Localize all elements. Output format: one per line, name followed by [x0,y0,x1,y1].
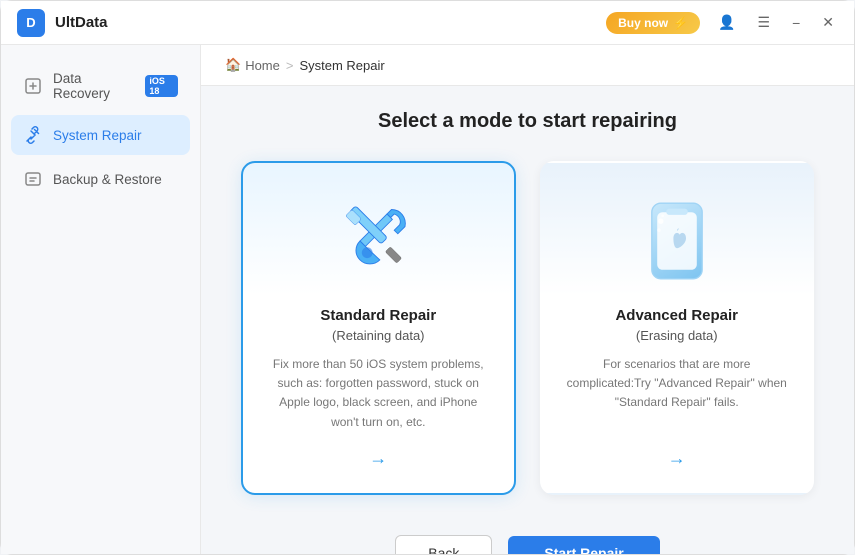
sidebar-label-system-repair: System Repair [53,128,142,143]
close-button[interactable]: ✕ [818,12,838,33]
start-repair-button[interactable]: Start Repair [508,536,659,554]
cards-row: Standard Repair (Retaining data) Fix mor… [241,161,814,495]
app-name: UltData [55,14,108,31]
page-title: Select a mode to start repairing [378,110,677,133]
advanced-repair-desc: For scenarios that are more complicated:… [566,355,789,413]
breadcrumb: 🏠 Home > System Repair [201,45,854,86]
user-button[interactable]: 👤 [714,12,739,33]
title-bar-left: D UltData [17,9,108,37]
back-button[interactable]: Back [395,535,492,554]
content-area: 🏠 Home > System Repair Select a mode to … [201,45,854,554]
minimize-button[interactable]: − [788,13,804,33]
data-recovery-icon [23,76,43,96]
sidebar-item-data-recovery[interactable]: Data Recovery iOS 18 [11,61,190,111]
sidebar-item-backup-restore[interactable]: Backup & Restore [11,159,190,199]
standard-repair-card[interactable]: Standard Repair (Retaining data) Fix mor… [241,161,516,495]
standard-repair-title: Standard Repair [320,307,436,324]
home-icon: 🏠 [225,57,241,73]
menu-button[interactable]: ☰ [754,12,775,33]
advanced-repair-arrow: → [668,448,686,469]
sidebar-label-backup-restore: Backup & Restore [53,172,162,187]
standard-repair-subtitle: (Retaining data) [332,328,425,343]
advanced-repair-subtitle: (Erasing data) [636,328,718,343]
standard-repair-arrow: → [369,448,387,469]
advanced-repair-title: Advanced Repair [615,307,738,324]
advanced-repair-card[interactable]: Advanced Repair (Erasing data) For scena… [540,161,815,495]
advanced-repair-icon-area [627,191,727,291]
title-bar-right: Buy now ⚡ 👤 ☰ − ✕ [606,12,838,34]
lightning-icon: ⚡ [673,16,688,30]
standard-repair-icon-area [328,191,428,291]
breadcrumb-home[interactable]: 🏠 Home [225,57,280,73]
sidebar: Data Recovery iOS 18 System Repair Backu… [1,45,201,554]
content-inner: Select a mode to start repairing [201,86,854,519]
title-bar: D UltData Buy now ⚡ 👤 ☰ − ✕ [1,1,854,45]
standard-repair-desc: Fix more than 50 iOS system problems, su… [267,355,490,432]
backup-restore-icon [23,169,43,189]
ios-badge: iOS 18 [145,75,178,97]
app-logo: D [17,9,45,37]
buy-now-button[interactable]: Buy now ⚡ [606,12,700,34]
main-layout: Data Recovery iOS 18 System Repair Backu… [1,45,854,554]
breadcrumb-current: System Repair [299,58,384,73]
sidebar-label-data-recovery: Data Recovery [53,71,131,101]
system-repair-icon [23,125,43,145]
bottom-bar: Back Start Repair [201,519,854,554]
sidebar-item-system-repair[interactable]: System Repair [11,115,190,155]
breadcrumb-separator: > [286,58,294,73]
